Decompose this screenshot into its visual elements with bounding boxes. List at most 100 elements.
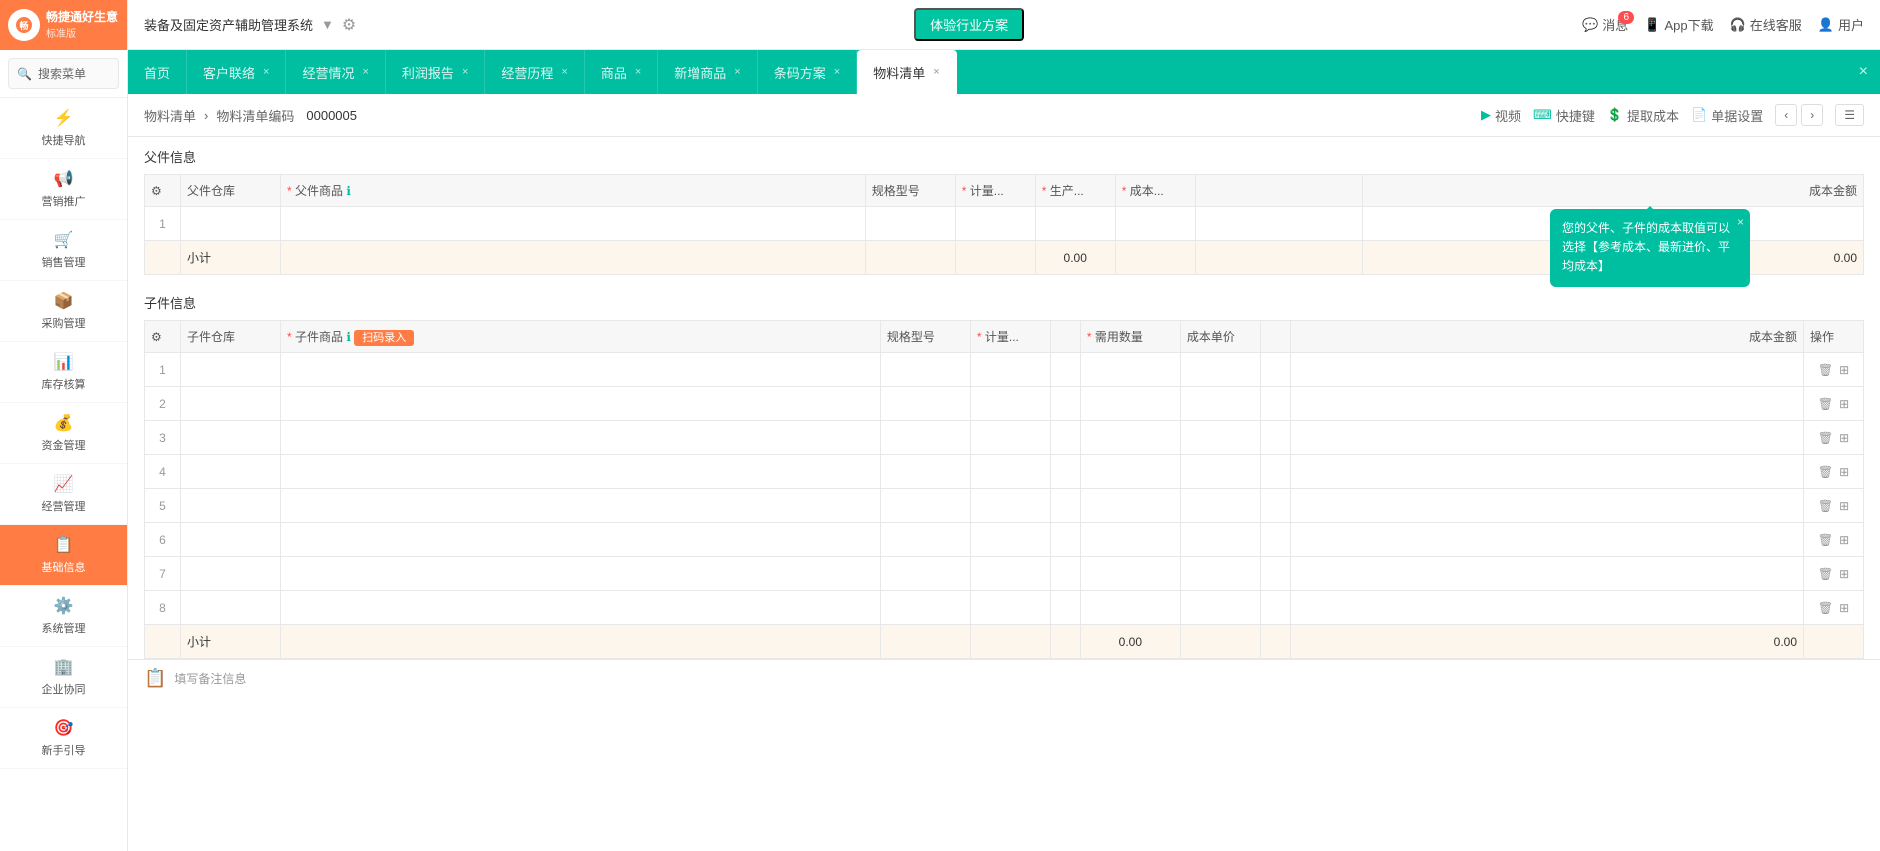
child-amount-cell[interactable] <box>1290 591 1803 625</box>
child-unit-cell[interactable] <box>970 489 1050 523</box>
copy-icon[interactable]: ⊞ <box>1839 363 1849 377</box>
delete-icon[interactable]: 🗑 <box>1818 567 1833 581</box>
child-unitcost-cell[interactable] <box>1180 353 1260 387</box>
tooltip-close-button[interactable]: × <box>1737 213 1744 232</box>
copy-icon[interactable]: ⊞ <box>1839 499 1849 513</box>
child-warehouse-cell[interactable] <box>181 387 281 421</box>
sidebar-item-purchase[interactable]: 📦 采购管理 <box>0 281 127 342</box>
copy-icon[interactable]: ⊞ <box>1839 601 1849 615</box>
tab-new-goods[interactable]: 新增商品 × <box>658 50 757 94</box>
child-unitcost-cell[interactable] <box>1180 591 1260 625</box>
child-warehouse-cell[interactable] <box>181 455 281 489</box>
child-product-cell[interactable] <box>281 421 881 455</box>
online-service-button[interactable]: 🎧 在线客服 <box>1730 15 1802 34</box>
parent-th-settings[interactable]: ⚙ <box>145 175 181 207</box>
child-warehouse-cell[interactable] <box>181 591 281 625</box>
child-warehouse-cell[interactable] <box>181 489 281 523</box>
sidebar-item-inventory[interactable]: 📊 库存核算 <box>0 342 127 403</box>
child-amount-cell[interactable] <box>1290 455 1803 489</box>
child-warehouse-cell[interactable] <box>181 353 281 387</box>
parent-cost-cell[interactable] <box>1115 207 1195 241</box>
child-unit-cell[interactable] <box>970 591 1050 625</box>
tab-goods-close[interactable]: × <box>635 66 641 78</box>
child-unit-cell[interactable] <box>970 523 1050 557</box>
scan-button[interactable]: 扫码录入 <box>354 330 414 346</box>
parent-warehouse-cell[interactable] <box>181 207 281 241</box>
child-warehouse-cell[interactable] <box>181 523 281 557</box>
child-warehouse-cell[interactable] <box>181 557 281 591</box>
delete-icon[interactable]: 🗑 <box>1818 431 1833 445</box>
child-spec-cell[interactable] <box>880 455 970 489</box>
child-amount-cell[interactable] <box>1290 489 1803 523</box>
delete-icon[interactable]: 🗑 <box>1818 533 1833 547</box>
child-spec-cell[interactable] <box>880 353 970 387</box>
child-product-cell[interactable] <box>281 387 881 421</box>
extract-cost-button[interactable]: 💲 提取成本 <box>1607 106 1679 125</box>
child-unitcost-cell[interactable] <box>1180 421 1260 455</box>
child-warehouse-cell[interactable] <box>181 421 281 455</box>
search-menu-button[interactable]: 🔍 搜索菜单 <box>8 58 119 89</box>
copy-icon[interactable]: ⊞ <box>1839 567 1849 581</box>
delete-icon[interactable]: 🗑 <box>1818 601 1833 615</box>
system-dropdown-icon[interactable]: ▼ <box>321 17 334 32</box>
tab-home[interactable]: 首页 <box>128 50 187 94</box>
child-spec-cell[interactable] <box>880 523 970 557</box>
child-unit-cell[interactable] <box>970 421 1050 455</box>
child-unitcost-cell[interactable] <box>1180 489 1260 523</box>
tab-barcode-close[interactable]: × <box>834 66 840 78</box>
child-amount-cell[interactable] <box>1290 421 1803 455</box>
child-product-cell[interactable] <box>281 353 881 387</box>
tab-profit-close[interactable]: × <box>462 66 468 78</box>
child-spec-cell[interactable] <box>880 557 970 591</box>
child-unitcost-cell[interactable] <box>1180 455 1260 489</box>
prev-button[interactable]: ‹ <box>1775 104 1797 126</box>
child-unit-cell[interactable] <box>970 353 1050 387</box>
child-spec-cell[interactable] <box>880 387 970 421</box>
sidebar-item-sales[interactable]: 🛒 销售管理 <box>0 220 127 281</box>
child-qty-cell[interactable] <box>1080 353 1180 387</box>
note-icon[interactable]: 📋 <box>144 668 166 689</box>
child-spec-cell[interactable] <box>880 489 970 523</box>
child-unitcost-cell[interactable] <box>1180 523 1260 557</box>
sidebar-item-operations[interactable]: 📈 经营管理 <box>0 464 127 525</box>
sidebar-item-marketing[interactable]: 📢 营销推广 <box>0 159 127 220</box>
tab-close-all[interactable]: × <box>1847 63 1880 81</box>
message-button[interactable]: 💬 消息 6 <box>1582 15 1628 34</box>
tab-new-goods-close[interactable]: × <box>734 66 740 78</box>
child-product-cell[interactable] <box>281 523 881 557</box>
sidebar-item-finance[interactable]: 💰 资金管理 <box>0 403 127 464</box>
sidebar-item-enterprise[interactable]: 🏢 企业协同 <box>0 647 127 708</box>
view-button[interactable]: ▶ 视频 <box>1481 106 1521 125</box>
tab-barcode[interactable]: 条码方案 × <box>758 50 857 94</box>
tab-history-close[interactable]: × <box>561 66 567 78</box>
tab-business-close[interactable]: × <box>362 66 368 78</box>
copy-icon[interactable]: ⊞ <box>1839 465 1849 479</box>
tab-customer-close[interactable]: × <box>263 66 269 78</box>
tab-business[interactable]: 经营情况 × <box>286 50 385 94</box>
child-unit-cell[interactable] <box>970 387 1050 421</box>
child-unit-cell[interactable] <box>970 455 1050 489</box>
parent-unit-cell[interactable] <box>955 207 1035 241</box>
tab-customer[interactable]: 客户联络 × <box>187 50 286 94</box>
tab-bom-close[interactable]: × <box>933 66 939 78</box>
child-amount-cell[interactable] <box>1290 523 1803 557</box>
next-button[interactable]: › <box>1801 104 1823 126</box>
tab-goods[interactable]: 商品 × <box>585 50 658 94</box>
sidebar-item-basic[interactable]: 📋 基础信息 <box>0 525 127 586</box>
child-product-cell[interactable] <box>281 455 881 489</box>
delete-icon[interactable]: 🗑 <box>1818 499 1833 513</box>
copy-icon[interactable]: ⊞ <box>1839 431 1849 445</box>
sidebar-item-system[interactable]: ⚙️ 系统管理 <box>0 586 127 647</box>
child-qty-cell[interactable] <box>1080 455 1180 489</box>
menu-button[interactable]: ☰ <box>1835 104 1864 126</box>
tab-history[interactable]: 经营历程 × <box>485 50 584 94</box>
child-amount-cell[interactable] <box>1290 557 1803 591</box>
child-qty-cell[interactable] <box>1080 591 1180 625</box>
tab-bom[interactable]: 物料清单 × <box>857 50 956 94</box>
delete-icon[interactable]: 🗑 <box>1818 397 1833 411</box>
single-settings-button[interactable]: 📄 单据设置 <box>1691 106 1763 125</box>
note-label[interactable]: 填写备注信息 <box>174 670 246 687</box>
child-qty-cell[interactable] <box>1080 421 1180 455</box>
child-amount-cell[interactable] <box>1290 387 1803 421</box>
copy-icon[interactable]: ⊞ <box>1839 533 1849 547</box>
